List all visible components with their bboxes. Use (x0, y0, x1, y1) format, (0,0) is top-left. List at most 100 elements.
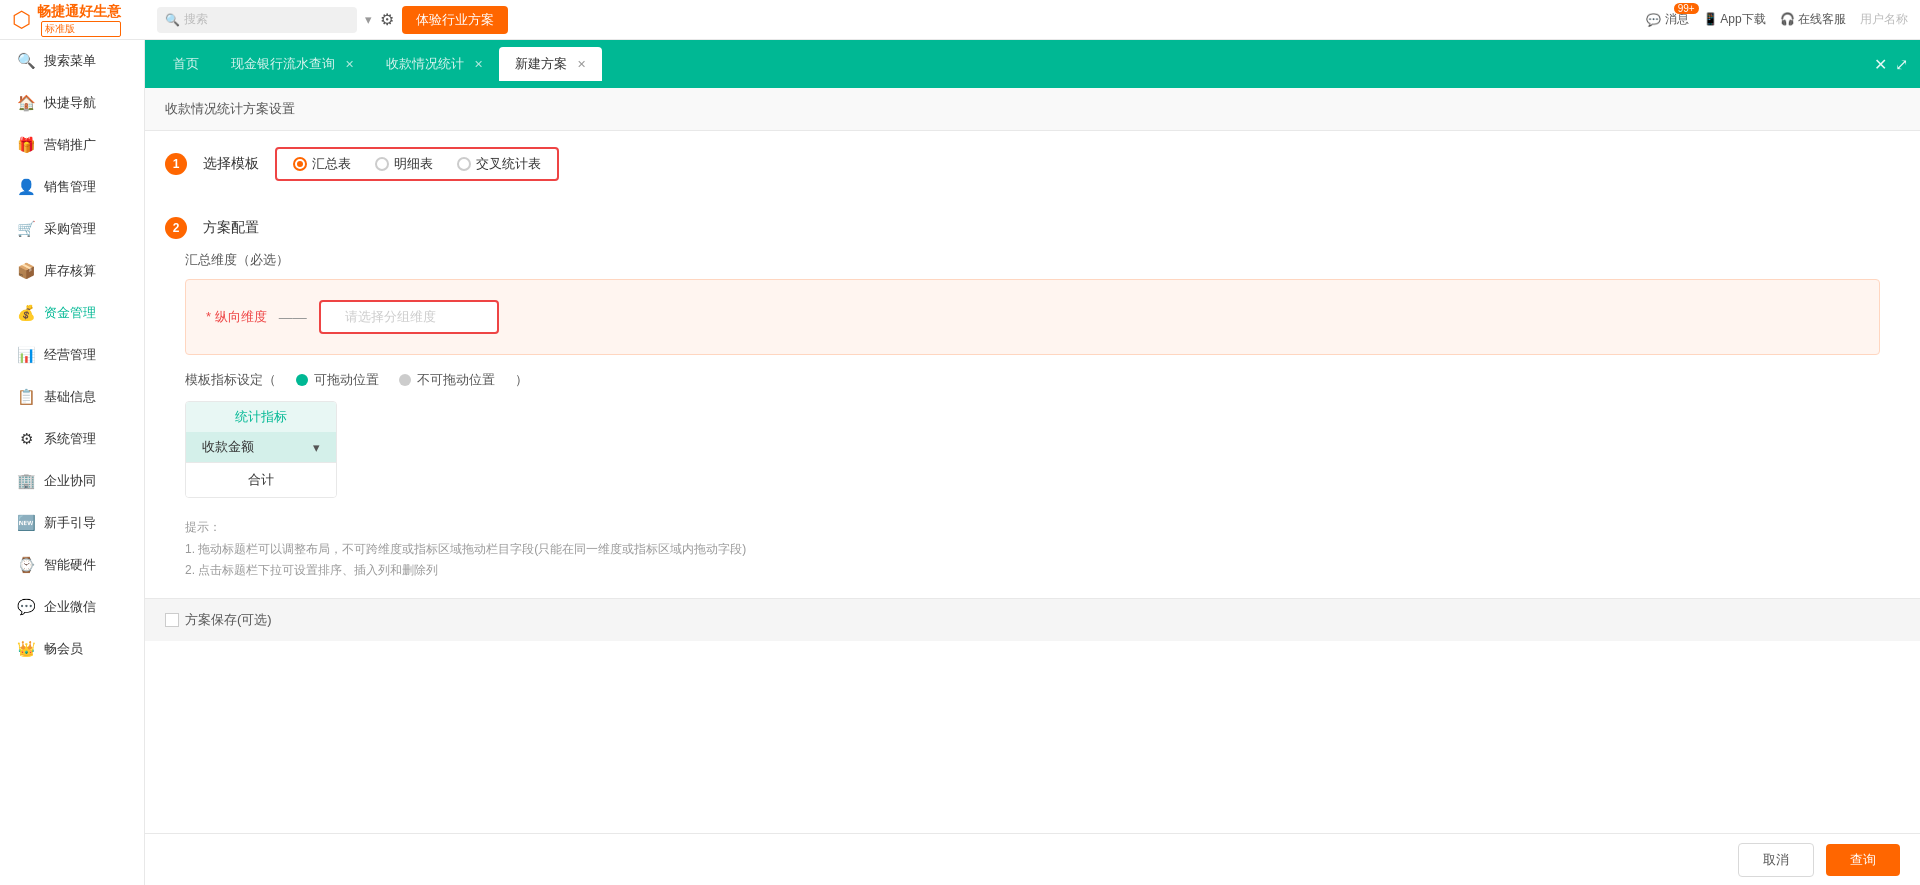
chevron-down-icon: ▾ (313, 440, 320, 455)
support-label: 在线客服 (1798, 12, 1846, 26)
dimension-title: 汇总维度（必选） (185, 251, 1880, 269)
notification-area[interactable]: 💬 消息 99+ (1646, 11, 1689, 28)
step2-area: 2 方案配置 汇总维度（必选） 纵向维度 —— 请选择分组维度 (145, 217, 1920, 582)
sidebar-item-funds[interactable]: 💰 资金管理 (0, 292, 144, 334)
sidebar-item-guide[interactable]: 🆕 新手引导 (0, 502, 144, 544)
sidebar-item-operations[interactable]: 📊 经营管理 (0, 334, 144, 376)
dimension-row: 纵向维度 —— 请选择分组维度 (206, 300, 1859, 334)
save-checkbox-label: 方案保存(可选) (185, 611, 272, 629)
download-icon: 📱 (1703, 12, 1718, 26)
draggable-indicator: 可拖动位置 (296, 371, 379, 389)
save-checkbox[interactable]: 方案保存(可选) (165, 611, 272, 629)
top-bar: ⬡ 畅捷通好生意 标准版 🔍 搜索 ▾ ⚙ 体验行业方案 💬 消息 99+ 📱 … (0, 0, 1920, 40)
draggable-dot (296, 374, 308, 386)
top-bar-center: 🔍 搜索 ▾ ⚙ 体验行业方案 (157, 6, 1646, 34)
sidebar-label-inventory: 库存核算 (44, 262, 96, 280)
sidebar-label-marketing: 营销推广 (44, 136, 96, 154)
chat-icon: 💬 (16, 598, 36, 616)
tab-cashflow-label: 现金银行流水查询 (231, 55, 335, 73)
tab-cashflow-close[interactable]: ✕ (345, 58, 354, 71)
radio-cross[interactable]: 交叉统计表 (457, 155, 541, 173)
sidebar-item-basic[interactable]: 📋 基础信息 (0, 376, 144, 418)
settings-icon: ⚙ (16, 430, 36, 448)
sidebar-item-system[interactable]: ⚙ 系统管理 (0, 418, 144, 460)
crown-icon: 👑 (16, 640, 36, 658)
sidebar-item-marketing[interactable]: 🎁 营销推广 (0, 124, 144, 166)
sidebar-item-search[interactable]: 🔍 搜索菜单 (0, 40, 144, 82)
maximize-icon[interactable]: ⤢ (1895, 55, 1908, 74)
home-icon: 🏠 (16, 94, 36, 112)
indicator-col-label: 收款金额 (202, 438, 254, 456)
save-checkbox-box[interactable] (165, 613, 179, 627)
indicator-section: 模板指标设定（ 可拖动位置 不可拖动位置 ） 统计指标 (185, 371, 1880, 501)
message-icon: 💬 (1646, 13, 1661, 27)
sidebar-label-basic: 基础信息 (44, 388, 96, 406)
radio-cross-dot (457, 157, 471, 171)
bottom-action-bar: 取消 查询 (145, 833, 1920, 885)
step1-badge: 1 (165, 153, 187, 175)
tab-home[interactable]: 首页 (157, 47, 215, 81)
template-radio-group: 汇总表 明细表 交叉统计表 (275, 147, 559, 181)
dropdown-icon[interactable]: ▾ (365, 12, 372, 27)
sidebar-label-funds: 资金管理 (44, 304, 96, 322)
sidebar-item-member[interactable]: 👑 畅会员 (0, 628, 144, 670)
cancel-button[interactable]: 取消 (1738, 843, 1814, 877)
non-draggable-dot (399, 374, 411, 386)
sidebar-item-hardware[interactable]: ⌚ 智能硬件 (0, 544, 144, 586)
sidebar-item-purchase[interactable]: 🛒 采购管理 (0, 208, 144, 250)
step1-section: 1 选择模板 汇总表 明细表 交叉统计表 (145, 131, 1920, 217)
dimension-arrow-icon: —— (279, 309, 307, 325)
non-draggable-indicator: 不可拖动位置 (399, 371, 495, 389)
tab-newplan-close[interactable]: ✕ (577, 58, 586, 71)
logo-badge: 标准版 (41, 21, 121, 37)
support-area[interactable]: 🎧 在线客服 (1780, 11, 1846, 28)
sidebar-label-hardware: 智能硬件 (44, 556, 96, 574)
page-header: 收款情况统计方案设置 (145, 88, 1920, 131)
sidebar-label-quicknav: 快捷导航 (44, 94, 96, 112)
radio-detail-dot (375, 157, 389, 171)
indicator-setting-title: 模板指标设定（ (185, 371, 276, 389)
radio-detail[interactable]: 明细表 (375, 155, 433, 173)
gear-icon[interactable]: ⚙ (380, 10, 394, 29)
download-area[interactable]: 📱 App下载 (1703, 11, 1766, 28)
page-footer: 方案保存(可选) (145, 598, 1920, 641)
headset-icon: 🎧 (1780, 12, 1795, 26)
search-icon: 🔍 (16, 52, 36, 70)
notification-badge: 99+ (1674, 3, 1699, 14)
sidebar-label-operations: 经营管理 (44, 346, 96, 364)
dimension-select[interactable]: 请选择分组维度 (319, 300, 499, 334)
sidebar-item-quicknav[interactable]: 🏠 快捷导航 (0, 82, 144, 124)
query-button[interactable]: 查询 (1826, 844, 1900, 876)
tab-bar: 首页 现金银行流水查询 ✕ 收款情况统计 ✕ 新建方案 ✕ ✕ ⤢ (145, 40, 1920, 88)
tips-title: 提示： (185, 520, 221, 534)
sidebar-item-inventory[interactable]: 📦 库存核算 (0, 250, 144, 292)
indicator-total-cell: 合计 (186, 462, 336, 497)
sidebar-label-search: 搜索菜单 (44, 52, 96, 70)
sidebar-item-sales[interactable]: 👤 销售管理 (0, 166, 144, 208)
radio-detail-label: 明细表 (394, 155, 433, 173)
indicator-group-header: 统计指标 (186, 402, 336, 432)
close-window-icon[interactable]: ✕ (1874, 55, 1887, 74)
page-title: 收款情况统计方案设置 (165, 101, 295, 116)
tab-receipts[interactable]: 收款情况统计 ✕ (370, 47, 499, 81)
indicator-col-header[interactable]: 收款金额 ▾ (186, 432, 336, 462)
trial-button[interactable]: 体验行业方案 (402, 6, 508, 34)
tab-bar-actions: ✕ ⤢ (1874, 55, 1908, 74)
sidebar-item-enterprise[interactable]: 🏢 企业协同 (0, 460, 144, 502)
tab-cashflow[interactable]: 现金银行流水查询 ✕ (215, 47, 370, 81)
tab-newplan[interactable]: 新建方案 ✕ (499, 47, 602, 81)
radio-summary[interactable]: 汇总表 (293, 155, 351, 173)
search-placeholder: 搜索 (184, 11, 208, 28)
chart-icon: 📊 (16, 346, 36, 364)
radio-summary-dot (293, 157, 307, 171)
search-icon: 🔍 (165, 13, 180, 27)
sidebar: 🔍 搜索菜单 🏠 快捷导航 🎁 营销推广 👤 销售管理 🛒 采购管理 📦 库存核… (0, 40, 145, 885)
sidebar-item-wechat[interactable]: 💬 企业微信 (0, 586, 144, 628)
tip-item-1: 1. 拖动标题栏可以调整布局，不可跨维度或指标区域拖动栏目字段(只能在同一维度或… (185, 539, 1880, 561)
content-area: 首页 现金银行流水查询 ✕ 收款情况统计 ✕ 新建方案 ✕ ✕ ⤢ 收款情况统计… (145, 40, 1920, 885)
top-search-bar[interactable]: 🔍 搜索 (157, 7, 357, 33)
step2-label: 方案配置 (203, 219, 259, 237)
tab-receipts-close[interactable]: ✕ (474, 58, 483, 71)
sidebar-label-sales: 销售管理 (44, 178, 96, 196)
radio-cross-label: 交叉统计表 (476, 155, 541, 173)
